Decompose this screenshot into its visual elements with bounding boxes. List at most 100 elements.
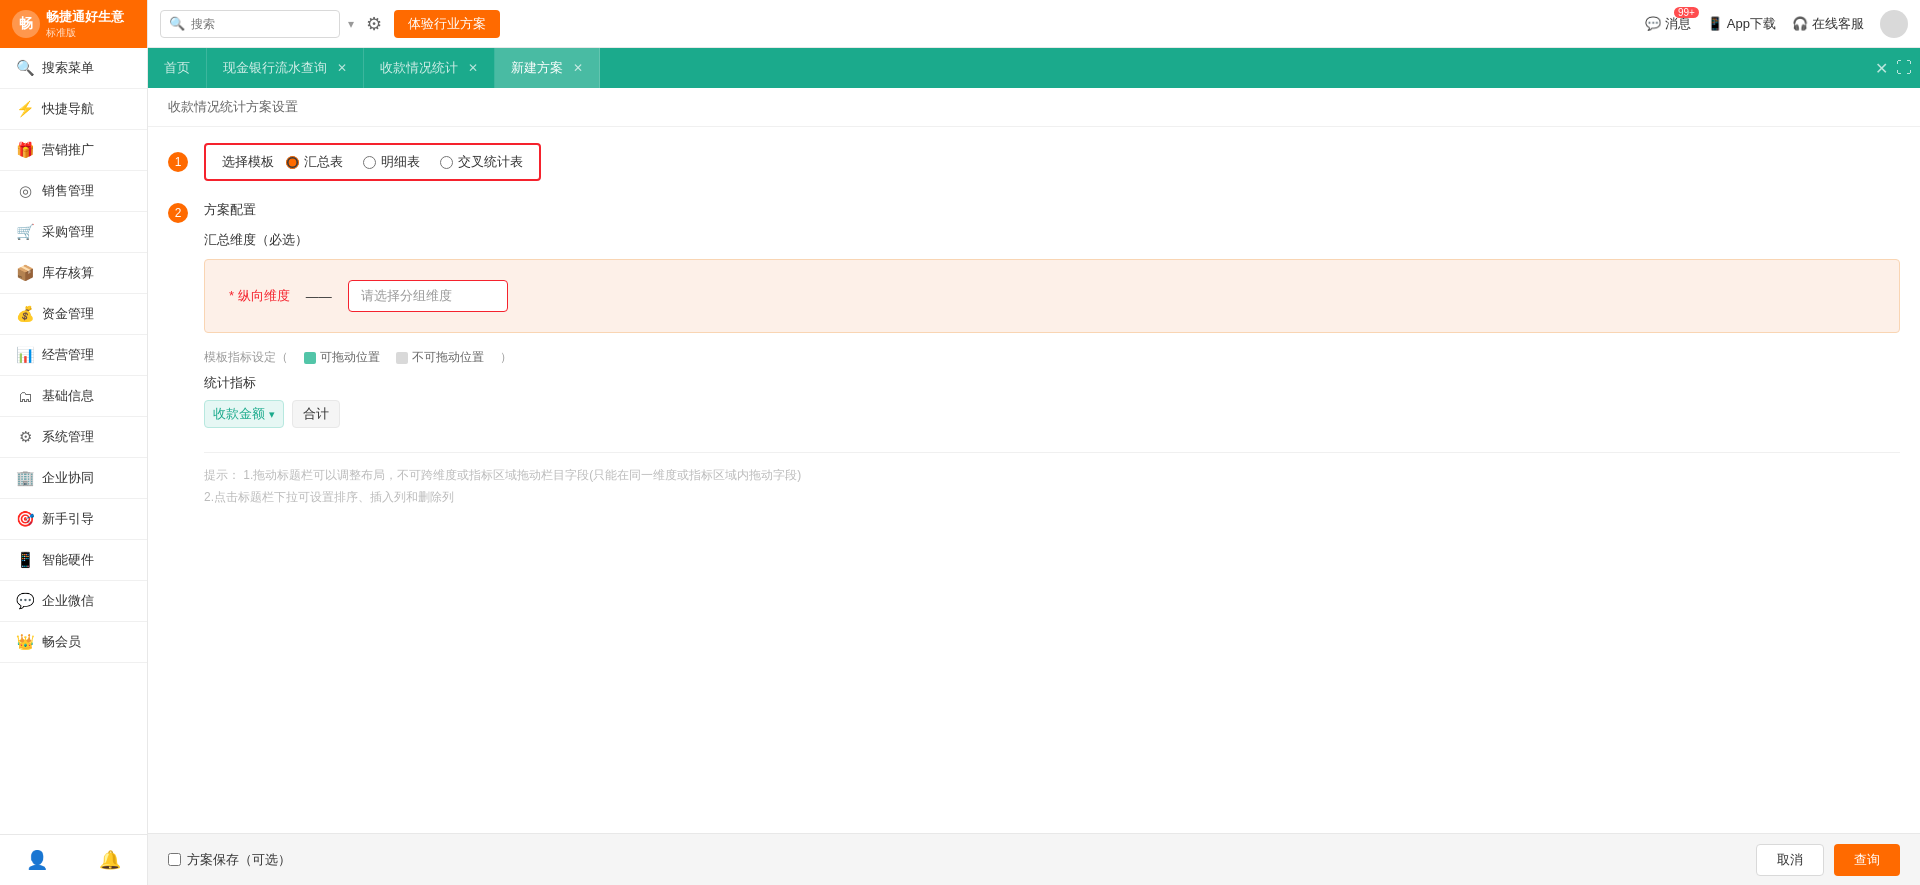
sidebar-item-guide[interactable]: 🎯 新手引导 — [0, 499, 147, 540]
online-service-label: 在线客服 — [1812, 15, 1864, 33]
settings-icon[interactable]: ⚙ — [362, 9, 386, 39]
sidebar-item-inventory[interactable]: 📦 库存核算 — [0, 253, 147, 294]
cancel-button[interactable]: 取消 — [1756, 844, 1824, 876]
metrics-tag-label: 统计指标 — [204, 374, 1900, 392]
tab-bar: 首页 现金银行流水查询 ✕ 收款情况统计 ✕ 新建方案 ✕ ✕ ⛶ — [148, 48, 1920, 88]
dim-arrow: —— — [306, 289, 332, 304]
tab-new-plan[interactable]: 新建方案 ✕ — [495, 48, 600, 88]
service-icon: 🎧 — [1792, 16, 1808, 31]
sidebar-item-quick-nav[interactable]: ⚡ 快捷导航 — [0, 89, 147, 130]
save-option[interactable]: 方案保存（可选） — [168, 851, 291, 869]
save-checkbox[interactable] — [168, 853, 181, 866]
tab-window-controls: ✕ ⛶ — [1867, 48, 1920, 88]
draggable-badge: 可拖动位置 — [304, 349, 380, 366]
metrics-title-end: ） — [500, 349, 512, 366]
metric-tag-text: 收款金额 — [213, 405, 265, 423]
message-icon: 💬 — [1645, 16, 1661, 31]
tab-receipt-stats-close[interactable]: ✕ — [468, 61, 478, 75]
vertical-label: * 纵向维度 — [229, 287, 290, 305]
sidebar-item-purchase[interactable]: 🛒 采购管理 — [0, 212, 147, 253]
sidebar-item-capital[interactable]: 💰 资金管理 — [0, 294, 147, 335]
tab-home[interactable]: 首页 — [148, 48, 207, 88]
dimension-select-text: 请选择分组维度 — [361, 287, 452, 305]
sidebar-item-member[interactable]: 👑 畅会员 — [0, 622, 147, 663]
sidebar-item-label: 采购管理 — [42, 223, 94, 241]
step2-label: 方案配置 — [204, 201, 1900, 219]
sidebar-item-label: 快捷导航 — [42, 100, 94, 118]
header-right: 💬 消息 99+ 📱 App下载 🎧 在线客服 — [1645, 10, 1908, 38]
query-button[interactable]: 查询 — [1834, 844, 1900, 876]
metric-tag-receipt[interactable]: 收款金额 ▾ — [204, 400, 284, 428]
message-item[interactable]: 💬 消息 99+ — [1645, 15, 1691, 33]
hardware-icon: 📱 — [16, 551, 34, 569]
radio-cross[interactable]: 交叉统计表 — [440, 153, 523, 171]
breadcrumb: 收款情况统计方案设置 — [148, 88, 1920, 127]
radio-summary-label: 汇总表 — [304, 153, 343, 171]
page-inner: 收款情况统计方案设置 1 选择模板 汇总表 — [148, 88, 1920, 833]
sidebar-item-label: 经营管理 — [42, 346, 94, 364]
sidebar-item-basic[interactable]: 🗂 基础信息 — [0, 376, 147, 417]
tab-receipt-stats-label: 收款情况统计 — [380, 59, 458, 77]
radio-cross-label: 交叉统计表 — [458, 153, 523, 171]
metric-subtag-text: 合计 — [303, 406, 329, 421]
sidebar-item-label: 基础信息 — [42, 387, 94, 405]
close-window-icon[interactable]: ✕ — [1875, 59, 1888, 78]
tab-bank-flow[interactable]: 现金银行流水查询 ✕ — [207, 48, 364, 88]
step2-badge: 2 — [168, 203, 188, 223]
tab-new-plan-close[interactable]: ✕ — [573, 61, 583, 75]
sidebar-item-label: 企业协同 — [42, 469, 94, 487]
tab-bank-flow-label: 现金银行流水查询 — [223, 59, 327, 77]
header-search-box[interactable]: 🔍 — [160, 10, 340, 38]
sidebar-item-label: 系统管理 — [42, 428, 94, 446]
header-search-input[interactable] — [191, 17, 331, 31]
online-service-item[interactable]: 🎧 在线客服 — [1792, 15, 1864, 33]
radio-summary[interactable]: 汇总表 — [286, 153, 343, 171]
user-avatar[interactable] — [1880, 10, 1908, 38]
sidebar-item-system[interactable]: ⚙ 系统管理 — [0, 417, 147, 458]
sidebar-item-label: 畅会员 — [42, 633, 81, 651]
tab-bank-flow-close[interactable]: ✕ — [337, 61, 347, 75]
dimension-title: 汇总维度（必选） — [204, 231, 1900, 249]
page-content: 收款情况统计方案设置 1 选择模板 汇总表 — [148, 88, 1920, 833]
step2-content: 方案配置 汇总维度（必选） * 纵向维度 —— 请选择分组维度 — [204, 201, 1900, 508]
sidebar-item-operations[interactable]: 📊 经营管理 — [0, 335, 147, 376]
header-search-icon: 🔍 — [169, 16, 185, 31]
dimension-select[interactable]: 请选择分组维度 — [348, 280, 508, 312]
main-area: 🔍 ▾ ⚙ 体验行业方案 💬 消息 99+ 📱 App下载 🎧 在线客服 — [148, 0, 1920, 885]
tab-receipt-stats[interactable]: 收款情况统计 ✕ — [364, 48, 495, 88]
radio-detail-input[interactable] — [363, 156, 376, 169]
logo-name: 畅捷通好生意 — [46, 8, 124, 26]
radio-cross-input[interactable] — [440, 156, 453, 169]
sidebar-bottom-item-2[interactable]: 🔔 — [74, 843, 148, 877]
purchase-icon: 🛒 — [16, 223, 34, 241]
radio-summary-input[interactable] — [286, 156, 299, 169]
step2-row: 2 方案配置 汇总维度（必选） * 纵向维度 —— 请选择分组维度 — [168, 201, 1900, 508]
app-download-item[interactable]: 📱 App下载 — [1707, 15, 1776, 33]
sidebar-item-label: 营销推广 — [42, 141, 94, 159]
metrics-section: 模板指标设定（ 可拖动位置 不可拖动位置 ） — [204, 349, 1900, 428]
header-chevron-icon[interactable]: ▾ — [348, 17, 354, 31]
metrics-tag-area: 收款金额 ▾ 合计 — [204, 400, 1900, 428]
sidebar-item-wechat[interactable]: 💬 企业微信 — [0, 581, 147, 622]
user-icon: 👤 — [26, 849, 48, 871]
sidebar-item-sales[interactable]: ◎ 销售管理 — [0, 171, 147, 212]
maximize-window-icon[interactable]: ⛶ — [1896, 59, 1912, 77]
sidebar-item-label: 搜索菜单 — [42, 59, 94, 77]
step1-row: 1 选择模板 汇总表 明细表 — [168, 143, 1900, 181]
message-badge: 99+ — [1674, 7, 1699, 18]
step1-badge: 1 — [168, 152, 188, 172]
bell-icon: 🔔 — [99, 849, 121, 871]
radio-detail[interactable]: 明细表 — [363, 153, 420, 171]
trial-button[interactable]: 体验行业方案 — [394, 10, 500, 38]
member-icon: 👑 — [16, 633, 34, 651]
sidebar-item-enterprise[interactable]: 🏢 企业协同 — [0, 458, 147, 499]
logo-text-block: 畅捷通好生意 标准版 — [46, 8, 124, 40]
sidebar-item-label: 销售管理 — [42, 182, 94, 200]
bottom-actions: 取消 查询 — [1756, 844, 1900, 876]
sidebar-item-marketing[interactable]: 🎁 营销推广 — [0, 130, 147, 171]
radio-detail-label: 明细表 — [381, 153, 420, 171]
operations-icon: 📊 — [16, 346, 34, 364]
sidebar-item-hardware[interactable]: 📱 智能硬件 — [0, 540, 147, 581]
sidebar-bottom-item-1[interactable]: 👤 — [0, 843, 74, 877]
sidebar-item-search[interactable]: 🔍 搜索菜单 — [0, 48, 147, 89]
